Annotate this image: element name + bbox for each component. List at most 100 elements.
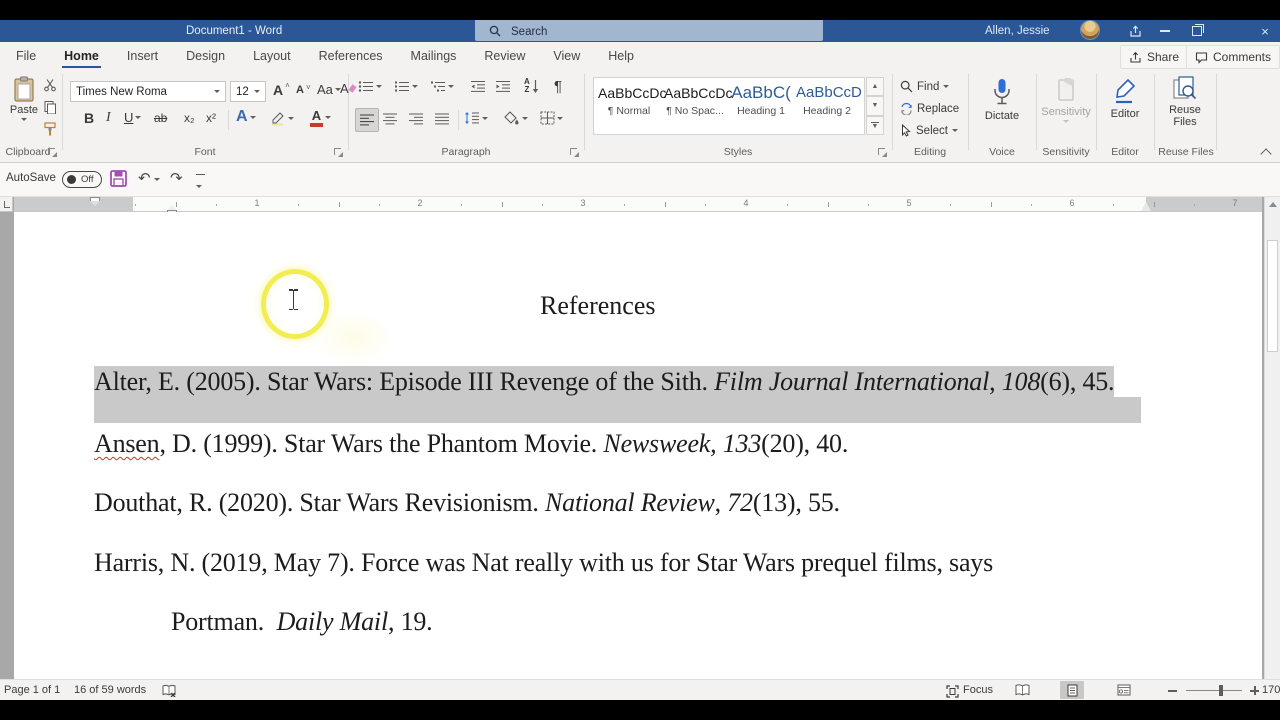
citation-line[interactable]: Alter, E. (2005). Star Wars: Episode III… bbox=[94, 366, 1115, 398]
clear-formatting-button[interactable]: A bbox=[340, 81, 357, 96]
paragraph-dialog-launcher[interactable] bbox=[570, 148, 579, 157]
grow-font-button[interactable]: A ˄ bbox=[273, 81, 290, 99]
font-size-select[interactable]: 12 bbox=[230, 81, 266, 102]
document-heading[interactable]: References bbox=[540, 291, 655, 321]
font-color-button[interactable]: A bbox=[310, 108, 331, 127]
read-mode-button[interactable] bbox=[1010, 681, 1034, 699]
print-layout-button[interactable] bbox=[1060, 681, 1084, 699]
tab-mailings[interactable]: Mailings bbox=[397, 42, 471, 70]
account-name[interactable]: Allen, Jessie bbox=[985, 20, 1050, 42]
comments-button[interactable]: Comments bbox=[1186, 45, 1280, 69]
citation-line[interactable]: Harris, N. (2019, May 7). Force was Nat … bbox=[94, 547, 993, 579]
text-effects-button[interactable]: A bbox=[236, 108, 256, 126]
tab-references[interactable]: References bbox=[305, 42, 397, 70]
underline-button[interactable]: U bbox=[124, 110, 142, 125]
style--normal[interactable]: AaBbCcDc ¶ Normal bbox=[598, 81, 666, 131]
decrease-indent-button[interactable] bbox=[470, 80, 486, 93]
autosave-toggle[interactable]: Off bbox=[62, 171, 102, 188]
avatar[interactable] bbox=[1080, 20, 1100, 40]
collapse-ribbon-button[interactable] bbox=[1260, 147, 1272, 160]
clipboard-dialog-launcher[interactable] bbox=[48, 148, 57, 157]
horizontal-ruler[interactable]: 1 2 3 4 5 6 7 bbox=[14, 197, 1262, 217]
editor-button[interactable]: Editor bbox=[1102, 78, 1148, 120]
tab-help[interactable]: Help bbox=[594, 42, 648, 70]
reuse-files-button[interactable]: Reuse Files bbox=[1160, 76, 1210, 128]
dictate-button[interactable]: Dictate bbox=[978, 78, 1026, 122]
zoom-out-button[interactable] bbox=[1168, 690, 1177, 692]
replace-button[interactable]: Replace bbox=[900, 102, 959, 115]
strikethrough-button[interactable]: ab bbox=[154, 111, 167, 125]
font-name-select[interactable]: Times New Roma bbox=[70, 81, 226, 102]
copy-button[interactable] bbox=[43, 100, 57, 114]
line-spacing-button[interactable] bbox=[464, 111, 488, 125]
citation-line[interactable]: Douthat, R. (2020). Star Wars Revisionis… bbox=[94, 487, 840, 519]
tab-home[interactable]: Home bbox=[50, 42, 113, 70]
borders-button[interactable] bbox=[540, 111, 563, 125]
increase-indent-button[interactable] bbox=[495, 80, 511, 93]
vertical-scrollbar[interactable] bbox=[1264, 197, 1280, 679]
share-button[interactable]: Share bbox=[1120, 45, 1189, 69]
zoom-slider-track[interactable] bbox=[1186, 690, 1242, 691]
first-line-indent-marker[interactable] bbox=[90, 197, 100, 206]
find-button[interactable]: Find bbox=[900, 80, 950, 93]
align-left-button[interactable] bbox=[355, 108, 379, 132]
style--no-spac-[interactable]: AaBbCcDc ¶ No Spac... bbox=[664, 81, 732, 131]
format-painter-button[interactable] bbox=[43, 122, 57, 136]
close-button[interactable]: × bbox=[1252, 20, 1278, 42]
superscript-button[interactable]: x² bbox=[206, 111, 216, 125]
tab-selector[interactable] bbox=[0, 197, 13, 212]
tab-file[interactable]: File bbox=[2, 42, 50, 70]
show-paragraph-marks-button[interactable]: ¶ bbox=[554, 78, 562, 95]
customize-qat-button[interactable] bbox=[196, 174, 205, 195]
numbering-button[interactable] bbox=[394, 80, 418, 93]
align-right-button[interactable] bbox=[409, 113, 423, 125]
paste-button[interactable]: Paste bbox=[6, 76, 42, 121]
tab-review[interactable]: Review bbox=[470, 42, 539, 70]
subscript-button[interactable]: x₂ bbox=[184, 111, 195, 125]
zoom-in-button[interactable] bbox=[1250, 686, 1259, 695]
style-heading-1[interactable]: AaBbC(Heading 1 bbox=[730, 81, 792, 131]
styles-more-button[interactable]: ▼ bbox=[866, 115, 884, 135]
undo-button[interactable]: ↶ bbox=[138, 169, 160, 187]
tab-layout[interactable]: Layout bbox=[239, 42, 305, 70]
align-center-button[interactable] bbox=[383, 113, 397, 125]
zoom-slider-thumb[interactable] bbox=[1219, 685, 1223, 696]
tab-view[interactable]: View bbox=[539, 42, 594, 70]
style-heading-2[interactable]: AaBbCcD Heading 2 bbox=[796, 81, 862, 131]
restore-button[interactable] bbox=[1184, 20, 1210, 42]
redo-button[interactable]: ↷ bbox=[170, 169, 183, 187]
styles-dialog-launcher[interactable] bbox=[878, 148, 887, 157]
share-window-button[interactable] bbox=[1122, 20, 1148, 42]
scrollbar-thumb[interactable] bbox=[1267, 240, 1278, 352]
change-case-button[interactable]: Aa bbox=[317, 82, 341, 97]
citation-line[interactable]: Ansen, D. (1999). Star Wars the Phantom … bbox=[94, 428, 848, 460]
styles-scroll-down-button[interactable]: ▼ bbox=[866, 96, 884, 116]
justify-button[interactable] bbox=[435, 113, 449, 125]
document-page[interactable]: References Alter, E. (2005). Star Wars: … bbox=[14, 212, 1262, 679]
multilevel-list-button[interactable] bbox=[430, 80, 454, 93]
ribbon-tab-row: File Home Insert Design Layout References Mail… bbox=[0, 42, 1280, 70]
shrink-font-button[interactable]: A ˅ bbox=[296, 83, 311, 97]
page-indicator[interactable]: Page 1 of 1 bbox=[4, 680, 60, 700]
sort-button[interactable]: AZ bbox=[524, 78, 539, 94]
citation-line[interactable]: Portman. Daily Mail, 19. bbox=[171, 606, 433, 638]
cut-button[interactable] bbox=[43, 78, 57, 92]
italic-button[interactable]: I bbox=[106, 110, 111, 126]
minimize-button[interactable] bbox=[1152, 20, 1178, 42]
bullets-button[interactable] bbox=[358, 80, 382, 93]
highlight-button[interactable] bbox=[270, 110, 294, 126]
shading-button[interactable] bbox=[504, 111, 528, 125]
bold-button[interactable]: B bbox=[84, 110, 94, 126]
right-indent-marker[interactable] bbox=[1141, 202, 1151, 211]
web-layout-button[interactable] bbox=[1112, 681, 1136, 699]
save-button[interactable] bbox=[110, 170, 127, 187]
focus-label[interactable]: Focus bbox=[963, 680, 993, 700]
tab-design[interactable]: Design bbox=[172, 42, 239, 70]
scroll-up-arrow-icon[interactable] bbox=[1269, 202, 1277, 207]
font-dialog-launcher[interactable] bbox=[334, 148, 343, 157]
select-button[interactable]: Select bbox=[900, 124, 958, 137]
tab-insert[interactable]: Insert bbox=[113, 42, 172, 70]
word-count[interactable]: 16 of 59 words bbox=[74, 680, 146, 700]
zoom-percentage[interactable]: 170% bbox=[1262, 680, 1280, 700]
styles-scroll-up-button[interactable]: ▲ bbox=[866, 77, 884, 97]
